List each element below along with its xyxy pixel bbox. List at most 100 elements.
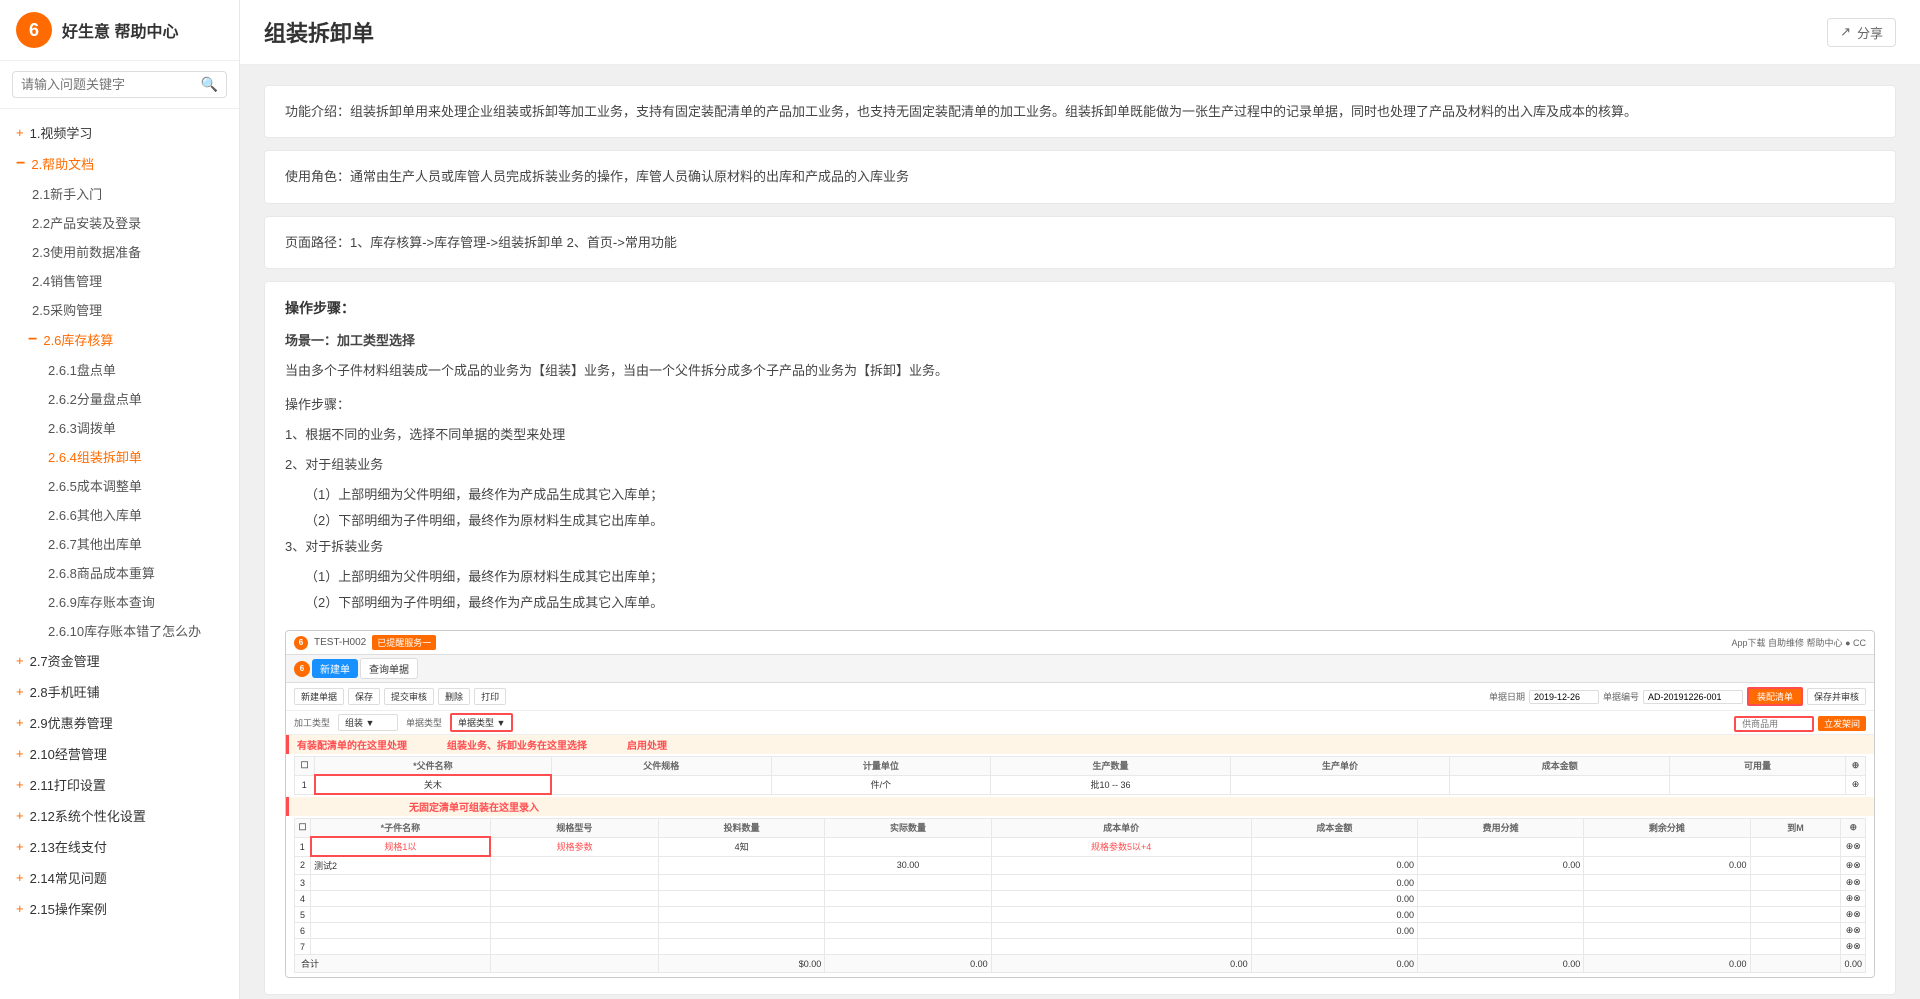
sidebar-item-assembly[interactable]: 2.6.4组装拆卸单 — [0, 442, 239, 471]
app-bom-search[interactable] — [1734, 716, 1814, 732]
content-area: 功能介绍：组装拆卸单用来处理企业组装或拆卸等加工业务，支持有固定装配清单的产品加… — [240, 65, 1920, 999]
sidebar-item-stock-check[interactable]: 2.6.1盘点单 — [0, 355, 239, 384]
app-btn-delete[interactable]: 删除 — [438, 688, 470, 705]
minus-icon: − — [16, 155, 25, 173]
sidebar-item-adjust[interactable]: 2.6.3调拨单 — [0, 413, 239, 442]
sidebar-item-print[interactable]: + 2.11打印设置 — [0, 769, 239, 800]
sidebar-header: 6 好生意 帮助中心 — [0, 0, 239, 61]
sidebar-item-newbie[interactable]: 2.1新手入门 — [0, 179, 239, 208]
sidebar-item-allot[interactable]: 2.6.2分量盘点单 — [0, 384, 239, 413]
annotations-row: 有装配清单的在这里处理 组装业务、拆卸业务在这里选择 启用处理 — [286, 735, 1874, 754]
app-topbar-apps: App下载 自助维修 帮助中心 ● CC — [1732, 636, 1866, 649]
sidebar-item-ops[interactable]: + 2.10经营管理 — [0, 738, 239, 769]
plus-icon: + — [16, 808, 24, 823]
sidebar-item-faq[interactable]: + 2.14常见问题 — [0, 862, 239, 893]
app-status: 已提醒服务一 — [372, 635, 436, 650]
step2-sub1: （1）上部明细为父件明细，最终作为产成品生成其它入库单； — [285, 482, 1875, 508]
app-btn-new[interactable]: 新建单据 — [294, 688, 344, 705]
sidebar-item-cost-adjust[interactable]: 2.6.5成本调整单 — [0, 471, 239, 500]
app-tab-new[interactable]: 新建单 — [312, 659, 358, 678]
app-btn-save[interactable]: 保存 — [348, 688, 380, 705]
app-form-row: 加工类型 组装 ▼ 单据类型 单据类型 ▼ 立发架间 — [286, 711, 1874, 735]
sidebar-item-label: 2.14常见问题 — [30, 868, 107, 887]
main-header: 组装拆卸单 ↗ 分享 — [240, 0, 1920, 65]
step3: 3、对于拆装业务 — [285, 534, 1875, 560]
sidebar-item-custom[interactable]: + 2.12系统个性化设置 — [0, 800, 239, 831]
steps-label: 操作步骤： — [285, 392, 1875, 418]
screenshot-wrapper: 6 TEST-H002 已提醒服务一 App下载 自助维修 帮助中心 ● CC … — [285, 630, 1875, 978]
step2-sub2: （2）下部明细为子件明细，最终作为原材料生成其它出库单。 — [285, 508, 1875, 534]
app-doc-type-select[interactable]: 单据类型 ▼ — [450, 713, 513, 732]
plus-icon: + — [16, 870, 24, 885]
annotation-text-3: 组装业务、拆卸业务在这里选择 — [447, 737, 587, 752]
plus-icon: + — [16, 715, 24, 730]
search-icon[interactable]: 🔍 — [201, 76, 218, 93]
main-content: 组装拆卸单 ↗ 分享 功能介绍：组装拆卸单用来处理企业组装或拆卸等加工业务，支持… — [240, 0, 1920, 999]
sidebar-item-label: 2.10经营管理 — [30, 744, 107, 763]
app-bill-date[interactable] — [1529, 690, 1599, 704]
app-nav-icon: 6 — [294, 661, 310, 677]
sidebar-item-stock-query[interactable]: 2.6.9库存账本查询 — [0, 587, 239, 616]
plus-icon: + — [16, 125, 24, 140]
app-lower-table: ☐ *子件名称 规格型号 投料数量 实际数量 成本单价 成本金额 费用分摊 剩余… — [294, 818, 1866, 973]
app-nav-tabs: 6 新建单 查询单据 — [286, 655, 1874, 683]
plus-icon: + — [16, 684, 24, 699]
sidebar-item-mobile[interactable]: + 2.8手机旺铺 — [0, 676, 239, 707]
sidebar-item-docs[interactable]: − 2.帮助文档 — [0, 148, 239, 179]
sidebar-item-cases[interactable]: + 2.15操作案例 — [0, 893, 239, 924]
app-btn-print[interactable]: 打印 — [474, 688, 506, 705]
sidebar-item-install[interactable]: 2.2产品安装及登录 — [0, 208, 239, 237]
step1: 1、根据不同的业务，选择不同单据的类型来处理 — [285, 422, 1875, 448]
app-btn-bom[interactable]: 装配清单 — [1747, 687, 1803, 706]
step2: 2、对于组装业务 — [285, 452, 1875, 478]
share-button[interactable]: ↗ 分享 — [1827, 18, 1896, 47]
app-lower-table-wrap: ☐ *子件名称 规格型号 投料数量 实际数量 成本单价 成本金额 费用分摊 剩余… — [286, 816, 1874, 977]
sidebar-item-prepare[interactable]: 2.3使用前数据准备 — [0, 237, 239, 266]
nav-tree: + 1.视频学习 − 2.帮助文档 2.1新手入门 2.2产品安装及登录 2.3… — [0, 109, 239, 999]
sidebar-item-purchase[interactable]: 2.5采购管理 — [0, 295, 239, 324]
app-btn-submit[interactable]: 提交审核 — [384, 688, 434, 705]
step3-sub2: （2）下部明细为子件明细，最终作为产成品生成其它入库单。 — [285, 590, 1875, 616]
annotation-text-1: 有装配清单的在这里处理 — [297, 737, 407, 752]
search-input[interactable] — [21, 77, 201, 92]
sidebar-item-label: 2.11打印设置 — [30, 775, 106, 794]
sidebar-item-coupon[interactable]: + 2.9优惠券管理 — [0, 707, 239, 738]
sidebar-item-stock-error[interactable]: 2.6.10库存账本错了怎么办 — [0, 616, 239, 645]
path-block: 页面路径：1、库存核算->库存管理->组装拆卸单 2、首页->常用功能 — [264, 216, 1896, 269]
sidebar-item-label: 2.6库存核算 — [43, 330, 113, 349]
plus-icon: + — [16, 653, 24, 668]
app-bill-no[interactable] — [1643, 690, 1743, 704]
sidebar-item-label: 2.7资金管理 — [30, 651, 100, 670]
intro-block: 功能介绍：组装拆卸单用来处理企业组装或拆卸等加工业务，支持有固定装配清单的产品加… — [264, 85, 1896, 138]
app-brand-icon: 6 — [294, 636, 308, 650]
steps-title: 操作步骤： — [285, 298, 1875, 318]
path-text: 页面路径：1、库存核算->库存管理->组装拆卸单 2、首页->常用功能 — [285, 235, 677, 250]
plus-icon: + — [16, 746, 24, 761]
sidebar-item-finance[interactable]: + 2.7资金管理 — [0, 645, 239, 676]
annotation-text-5: 无固定清单可组装在这里录入 — [409, 803, 539, 814]
search-wrap[interactable]: 🔍 — [12, 71, 227, 98]
sidebar-item-sales[interactable]: 2.4销售管理 — [0, 266, 239, 295]
app-bom-ok[interactable]: 立发架间 — [1818, 716, 1866, 731]
scene1-desc: 当由多个子件材料组装成一个成品的业务为【组装】业务，当由一个父件拆分成多个子产品… — [285, 358, 1875, 384]
app-btn-action1[interactable]: 保存并审核 — [1807, 688, 1866, 705]
share-icon: ↗ — [1840, 24, 1851, 40]
sidebar-item-cost-recalc[interactable]: 2.6.8商品成本重算 — [0, 558, 239, 587]
sidebar-item-other-in[interactable]: 2.6.6其他入库单 — [0, 500, 239, 529]
sidebar-item-other-out[interactable]: 2.6.7其他出库单 — [0, 529, 239, 558]
intro-text: 功能介绍：组装拆卸单用来处理企业组装或拆卸等加工业务，支持有固定装配清单的产品加… — [285, 104, 1637, 119]
app-type-select[interactable]: 组装 ▼ — [338, 714, 398, 731]
plus-icon: + — [16, 839, 24, 854]
sidebar-item-label: 2.15操作案例 — [30, 899, 107, 918]
step3-sub1: （1）上部明细为父件明细，最终作为原材料生成其它出库单； — [285, 564, 1875, 590]
sidebar-item-inventory[interactable]: − 2.6库存核算 — [0, 324, 239, 355]
minus-icon: − — [28, 331, 37, 349]
sidebar-item-label: 2.13在线支付 — [30, 837, 107, 856]
app-toolbar: 新建单据 保存 提交审核 删除 打印 单据日期 单据编号 装配清单 — [286, 683, 1874, 711]
sidebar-item-video[interactable]: + 1.视频学习 — [0, 117, 239, 148]
role-block: 使用角色：通常由生产人员或库管人员完成拆装业务的操作，库管人员确认原材料的出库和… — [264, 150, 1896, 203]
sidebar-item-online-pay[interactable]: + 2.13在线支付 — [0, 831, 239, 862]
steps-block: 操作步骤： 场景一：加工类型选择 当由多个子件材料组装成一个成品的业务为【组装】… — [264, 281, 1896, 995]
logo-icon: 6 — [16, 12, 52, 48]
app-tab-query[interactable]: 查询单据 — [360, 658, 418, 679]
